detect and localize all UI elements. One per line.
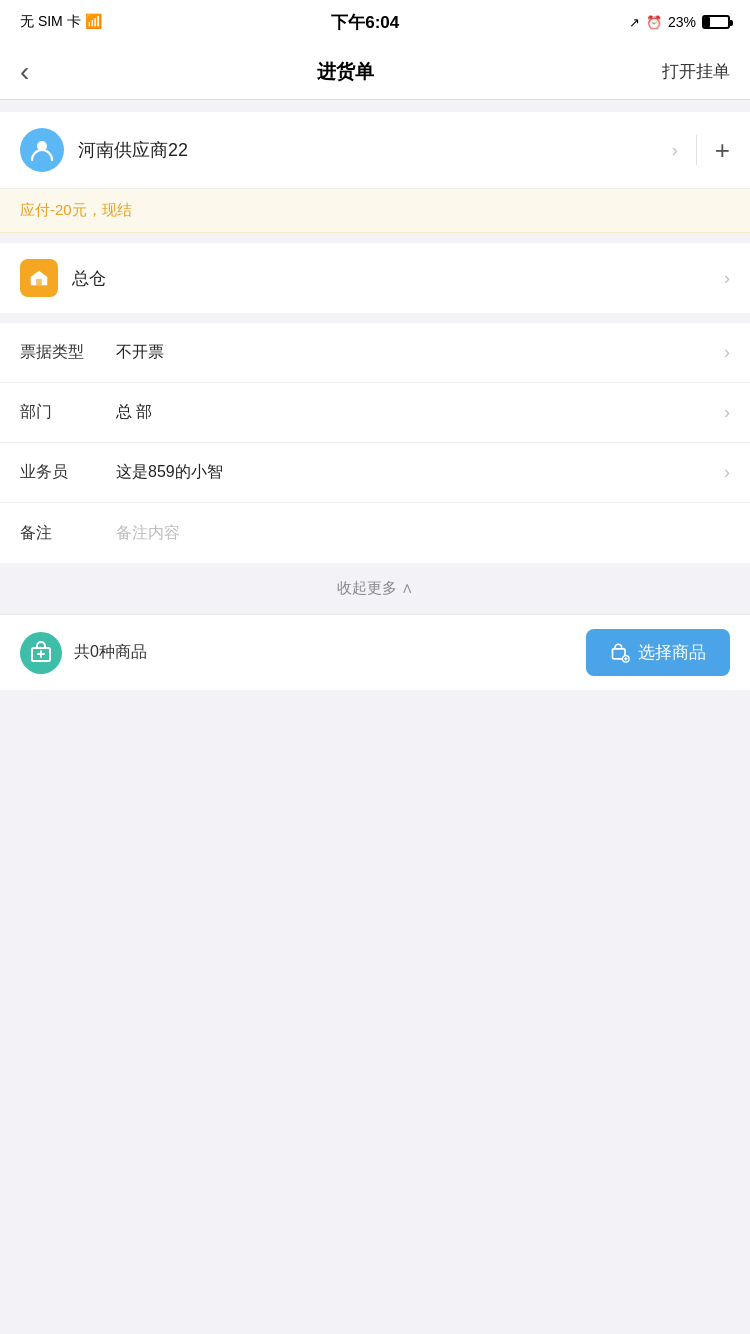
alarm-icon: ⏰	[646, 15, 662, 30]
department-value: 总 部	[100, 402, 724, 423]
warehouse-row[interactable]: 总仓 ›	[0, 243, 750, 313]
add-button[interactable]: +	[715, 137, 730, 163]
department-row[interactable]: 部门 总 部 ›	[0, 383, 750, 443]
salesperson-row[interactable]: 业务员 这是859的小智 ›	[0, 443, 750, 503]
salesperson-label: 业务员	[20, 462, 100, 483]
collapse-row[interactable]: 收起更多 ∧	[0, 563, 750, 614]
product-count-text: 共0种商品	[74, 642, 147, 663]
collapse-label: 收起更多 ∧	[337, 579, 413, 596]
gap-2	[0, 233, 750, 243]
supplier-chevron-icon: ›	[672, 140, 678, 161]
product-count-area: 共0种商品	[20, 632, 147, 674]
vertical-divider	[696, 135, 697, 165]
page-background	[0, 690, 750, 990]
battery-text: 23%	[668, 14, 696, 30]
back-button[interactable]: ‹	[20, 56, 29, 88]
gap-1	[0, 100, 750, 112]
salesperson-chevron-icon: ›	[724, 462, 730, 483]
warehouse-section: 总仓 ›	[0, 243, 750, 313]
warehouse-chevron-icon: ›	[724, 268, 730, 289]
warehouse-name: 总仓	[72, 267, 724, 290]
select-product-label: 选择商品	[638, 641, 706, 664]
invoice-type-row[interactable]: 票据类型 不开票 ›	[0, 323, 750, 383]
status-left: 无 SIM 卡 📶	[20, 13, 102, 31]
remark-label: 备注	[20, 523, 100, 544]
warehouse-icon	[20, 259, 58, 297]
department-chevron-icon: ›	[724, 402, 730, 423]
nav-bar: ‹ 进货单 打开挂单	[0, 44, 750, 100]
salesperson-value: 这是859的小智	[100, 462, 724, 483]
invoice-type-label: 票据类型	[20, 342, 100, 363]
supplier-section: 河南供应商22 › + 应付-20元，现结	[0, 112, 750, 233]
svg-rect-2	[36, 279, 42, 285]
status-right: ↗ ⏰ 23%	[629, 14, 730, 30]
status-bar: 无 SIM 卡 📶 下午6:04 ↗ ⏰ 23%	[0, 0, 750, 44]
invoice-type-value: 不开票	[100, 342, 724, 363]
battery-icon	[702, 15, 730, 29]
department-label: 部门	[20, 402, 100, 423]
bottom-bar: 共0种商品 选择商品	[0, 614, 750, 690]
remark-row[interactable]: 备注 备注内容	[0, 503, 750, 563]
page-title: 进货单	[317, 59, 374, 85]
open-pending-button[interactable]: 打开挂单	[662, 60, 730, 83]
notice-text: 应付-20元，现结	[20, 201, 132, 218]
remark-value: 备注内容	[100, 523, 730, 544]
location-icon: ↗	[629, 15, 640, 30]
invoice-type-chevron-icon: ›	[724, 342, 730, 363]
supplier-name: 河南供应商22	[78, 138, 672, 162]
form-section: 票据类型 不开票 › 部门 总 部 › 业务员 这是859的小智 › 备注 备注…	[0, 323, 750, 563]
gap-3	[0, 313, 750, 323]
supplier-row[interactable]: 河南供应商22 › +	[0, 112, 750, 189]
product-icon-circle	[20, 632, 62, 674]
supplier-avatar	[20, 128, 64, 172]
notice-banner: 应付-20元，现结	[0, 189, 750, 233]
select-product-button[interactable]: 选择商品	[586, 629, 730, 676]
status-time: 下午6:04	[331, 11, 399, 34]
